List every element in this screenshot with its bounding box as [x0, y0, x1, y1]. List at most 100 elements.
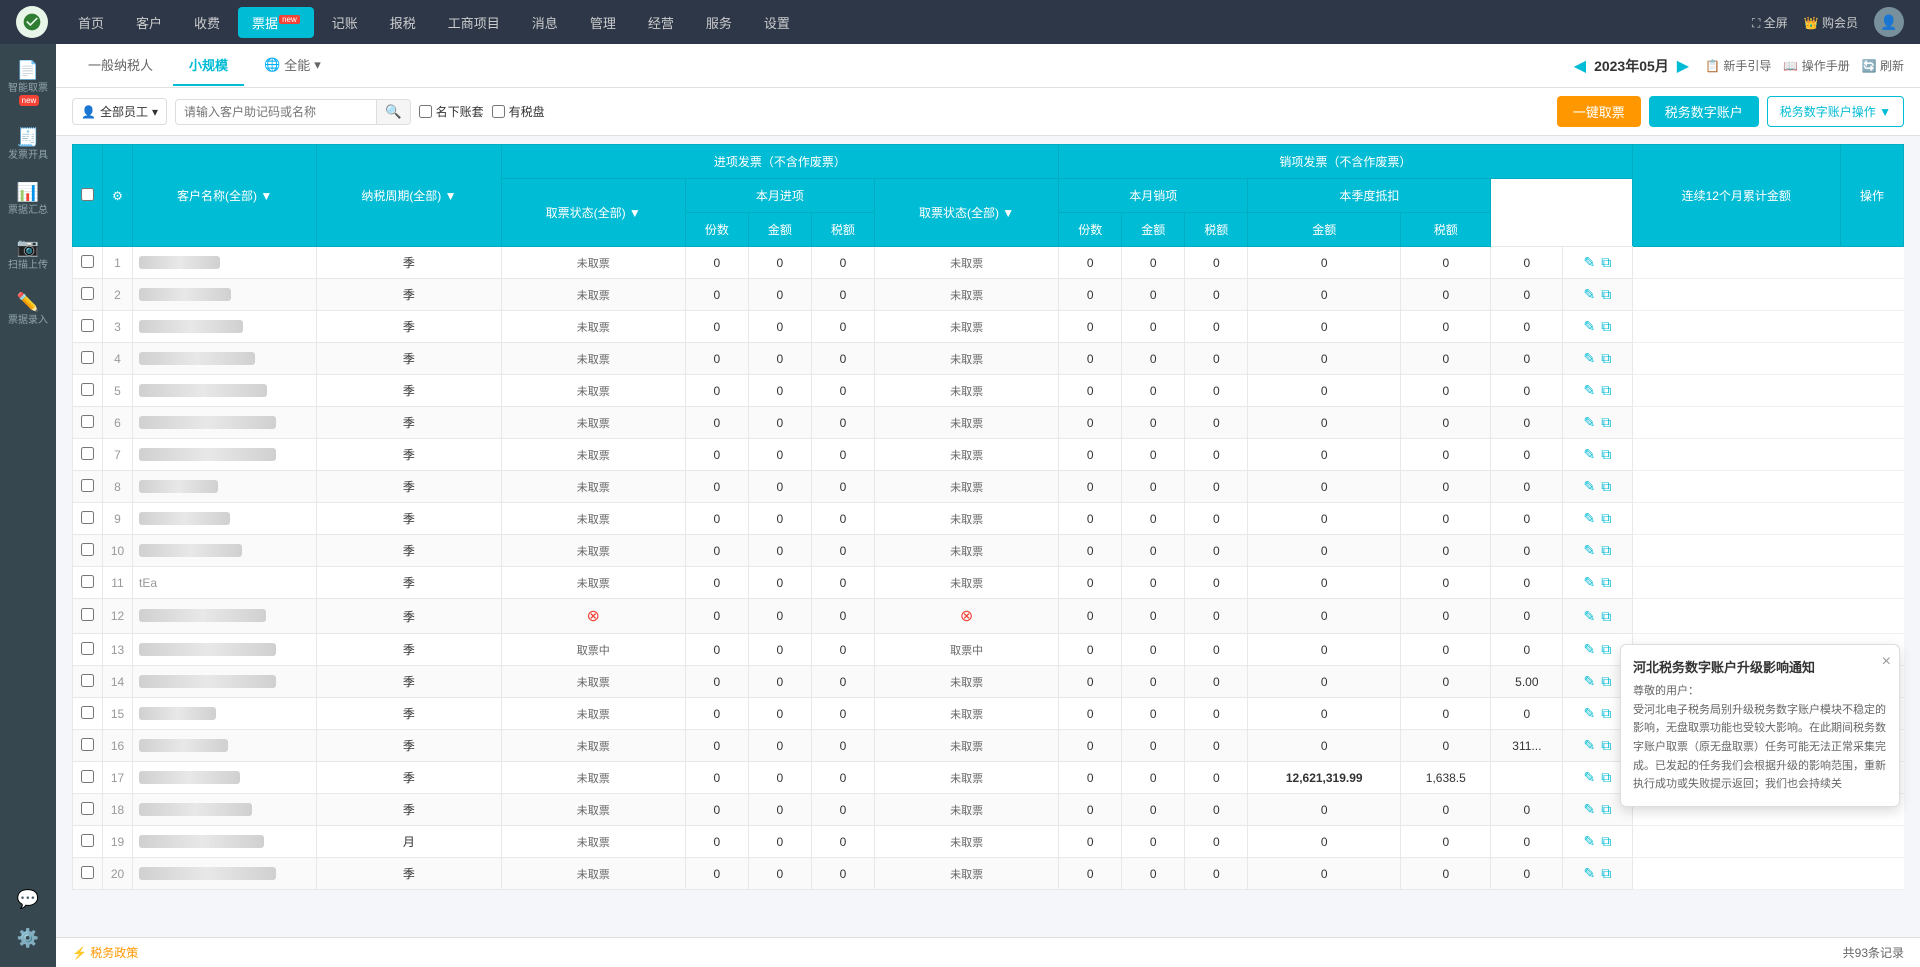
tab-small-scale[interactable]: 小规模 — [173, 45, 244, 86]
edit-icon[interactable]: ✎ — [1584, 801, 1596, 818]
copy-icon[interactable]: ⧉ — [1601, 801, 1611, 818]
row-checkbox[interactable] — [81, 415, 94, 428]
edit-icon[interactable]: ✎ — [1584, 510, 1596, 527]
nav-settings[interactable]: 设置 — [750, 7, 804, 38]
edit-icon[interactable]: ✎ — [1584, 737, 1596, 754]
edit-icon[interactable]: ✎ — [1584, 608, 1596, 625]
edit-icon[interactable]: ✎ — [1584, 318, 1596, 335]
one-click-fetch-btn[interactable]: 一键取票 — [1557, 96, 1641, 127]
row-checkbox[interactable] — [81, 351, 94, 364]
row-checkbox[interactable] — [81, 287, 94, 300]
new-guide-btn[interactable]: 📋 新手引导 — [1705, 57, 1771, 74]
sidebar-item-invoice-open[interactable]: 🧾 发票开具 — [2, 119, 54, 170]
nav-business[interactable]: 工商项目 — [434, 7, 514, 38]
row-checkbox[interactable] — [81, 674, 94, 687]
member-btn[interactable]: 👑 购会员 — [1804, 14, 1858, 31]
copy-icon[interactable]: ⧉ — [1601, 833, 1611, 850]
edit-icon[interactable]: ✎ — [1584, 641, 1596, 658]
row-checkbox[interactable] — [81, 479, 94, 492]
nav-customer[interactable]: 客户 — [122, 7, 176, 38]
copy-icon[interactable]: ⧉ — [1601, 574, 1611, 591]
edit-icon[interactable]: ✎ — [1584, 769, 1596, 786]
edit-icon[interactable]: ✎ — [1584, 446, 1596, 463]
copy-icon[interactable]: ⧉ — [1601, 769, 1611, 786]
nav-bookkeeping[interactable]: 记账 — [318, 7, 372, 38]
copy-icon[interactable]: ⧉ — [1601, 542, 1611, 559]
nav-home[interactable]: 首页 — [64, 7, 118, 38]
copy-icon[interactable]: ⧉ — [1601, 737, 1611, 754]
nav-manage[interactable]: 管理 — [576, 7, 630, 38]
edit-icon[interactable]: ✎ — [1584, 478, 1596, 495]
edit-icon[interactable]: ✎ — [1584, 833, 1596, 850]
copy-icon[interactable]: ⧉ — [1601, 254, 1611, 271]
edit-icon[interactable]: ✎ — [1584, 865, 1596, 882]
sub-account-checkbox[interactable]: 名下账套 — [419, 103, 484, 120]
row-checkbox[interactable] — [81, 608, 94, 621]
copy-icon[interactable]: ⧉ — [1601, 286, 1611, 303]
row-checkbox[interactable] — [81, 383, 94, 396]
employee-select[interactable]: 👤 全部员工 ▾ — [72, 98, 167, 125]
edit-icon[interactable]: ✎ — [1584, 350, 1596, 367]
copy-icon[interactable]: ⧉ — [1601, 865, 1611, 882]
copy-icon[interactable]: ⧉ — [1601, 350, 1611, 367]
copy-icon[interactable]: ⧉ — [1601, 446, 1611, 463]
tab-general-taxpayer[interactable]: 一般纳税人 — [72, 45, 169, 86]
copy-icon[interactable]: ⧉ — [1601, 382, 1611, 399]
edit-icon[interactable]: ✎ — [1584, 382, 1596, 399]
edit-icon[interactable]: ✎ — [1584, 705, 1596, 722]
search-button[interactable]: 🔍 — [376, 100, 410, 124]
nav-operation[interactable]: 经营 — [634, 7, 688, 38]
edit-icon[interactable]: ✎ — [1584, 286, 1596, 303]
row-checkbox[interactable] — [81, 802, 94, 815]
row-checkbox[interactable] — [81, 511, 94, 524]
row-checkbox[interactable] — [81, 255, 94, 268]
nav-fee[interactable]: 收费 — [180, 7, 234, 38]
row-checkbox[interactable] — [81, 543, 94, 556]
copy-icon[interactable]: ⧉ — [1601, 641, 1611, 658]
notification-close-btn[interactable]: × — [1882, 653, 1891, 671]
copy-icon[interactable]: ⧉ — [1601, 318, 1611, 335]
tax-policy-label[interactable]: ⚡ 税务政策 — [72, 944, 138, 961]
row-checkbox[interactable] — [81, 447, 94, 460]
copy-icon[interactable]: ⧉ — [1601, 608, 1611, 625]
edit-icon[interactable]: ✎ — [1584, 574, 1596, 591]
digital-account-btn[interactable]: 税务数字账户 — [1649, 96, 1759, 127]
fullscreen-btn[interactable]: ⛶ 全屏 — [1752, 14, 1788, 31]
edit-icon[interactable]: ✎ — [1584, 254, 1596, 271]
operation-manual-btn[interactable]: 📖 操作手册 — [1783, 57, 1849, 74]
sidebar-item-scan-upload[interactable]: 📷 扫描上传 — [2, 229, 54, 280]
row-checkbox[interactable] — [81, 738, 94, 751]
row-checkbox[interactable] — [81, 706, 94, 719]
period-next-btn[interactable]: ▶ — [1677, 56, 1689, 76]
row-checkbox[interactable] — [81, 834, 94, 847]
nav-tax[interactable]: 报税 — [376, 7, 430, 38]
sidebar-item-smart-fetch[interactable]: 📄 智能取票new — [2, 52, 54, 115]
edit-icon[interactable]: ✎ — [1584, 542, 1596, 559]
edit-icon[interactable]: ✎ — [1584, 673, 1596, 690]
row-checkbox[interactable] — [81, 575, 94, 588]
edit-icon[interactable]: ✎ — [1584, 414, 1596, 431]
select-all-checkbox[interactable] — [81, 188, 94, 201]
refresh-btn[interactable]: 🔄 刷新 — [1862, 57, 1904, 74]
copy-icon[interactable]: ⧉ — [1601, 414, 1611, 431]
row-checkbox[interactable] — [81, 770, 94, 783]
user-avatar[interactable]: 👤 — [1874, 7, 1904, 37]
sidebar-item-config[interactable]: ⚙️ — [2, 920, 54, 959]
row-checkbox[interactable] — [81, 642, 94, 655]
copy-icon[interactable]: ⧉ — [1601, 510, 1611, 527]
row-checkbox[interactable] — [81, 866, 94, 879]
nav-service[interactable]: 服务 — [692, 7, 746, 38]
digital-account-ops-btn[interactable]: 税务数字账户操作 ▼ — [1767, 96, 1904, 127]
copy-icon[interactable]: ⧉ — [1601, 673, 1611, 690]
search-input[interactable] — [176, 101, 376, 123]
sidebar-item-ticket-entry[interactable]: ✏️ 票据录入 — [2, 284, 54, 335]
copy-icon[interactable]: ⧉ — [1601, 478, 1611, 495]
copy-icon[interactable]: ⧉ — [1601, 705, 1611, 722]
sidebar-item-ticket-summary[interactable]: 📊 票据汇总 — [2, 174, 54, 225]
tax-disk-checkbox[interactable]: 有税盘 — [492, 103, 545, 120]
period-prev-btn[interactable]: ◀ — [1574, 56, 1586, 76]
nav-message[interactable]: 消息 — [518, 7, 572, 38]
nav-ticket[interactable]: 票据new — [238, 7, 314, 38]
tab-full-ability[interactable]: 🌐 全能 ▾ — [248, 45, 337, 86]
sidebar-item-chat[interactable]: 💬 — [2, 881, 54, 920]
